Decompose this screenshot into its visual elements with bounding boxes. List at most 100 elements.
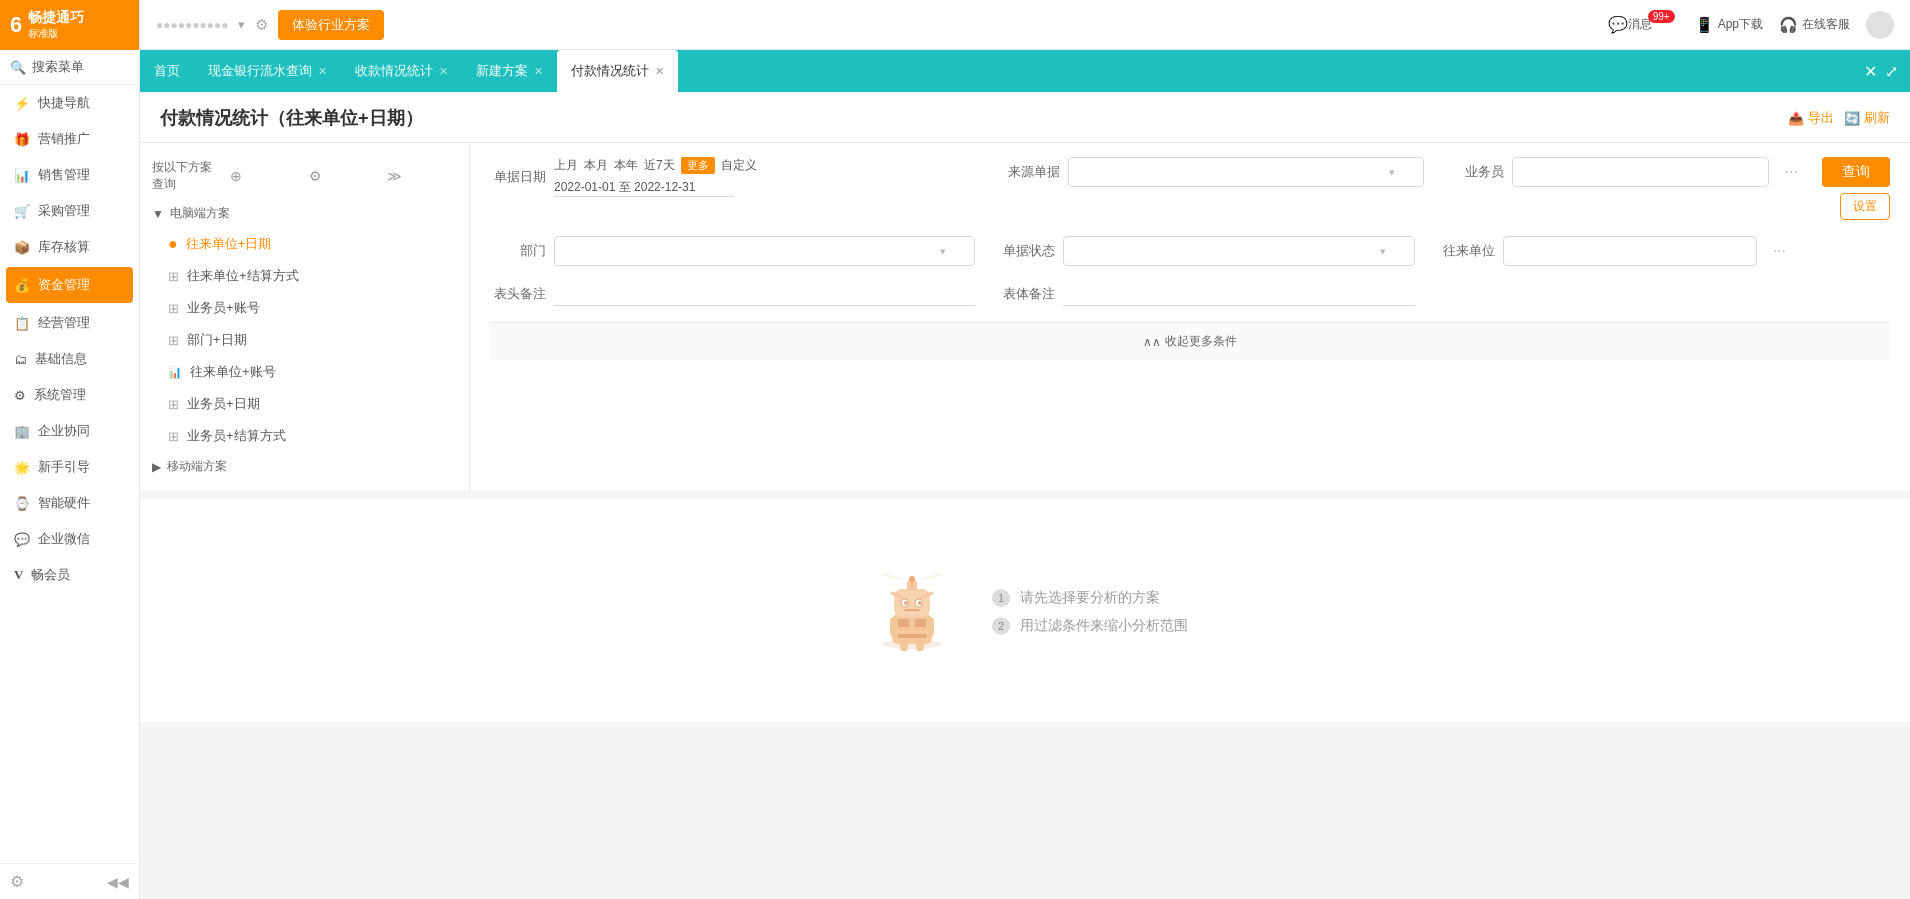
online-service-container[interactable]: 🎧 在线客服 bbox=[1779, 16, 1850, 34]
scheme-item-label-6: 业务员+日期 bbox=[187, 395, 260, 413]
export-btn[interactable]: 📤 导出 bbox=[1788, 109, 1834, 127]
scheme-item-partner-account[interactable]: 📊 往来单位+账号 bbox=[140, 356, 469, 388]
query-btn[interactable]: 查询 bbox=[1822, 157, 1890, 187]
sidebar-item-hardware[interactable]: ⌚ 智能硬件 bbox=[0, 485, 139, 521]
salesman-more-dots[interactable]: ··· bbox=[1785, 163, 1798, 181]
source-select[interactable]: ▾ bbox=[1068, 157, 1424, 187]
date-btn-custom[interactable]: 自定义 bbox=[721, 157, 757, 174]
scheme-item-label: 往来单位+日期 bbox=[186, 235, 272, 253]
marketing-label: 营销推广 bbox=[38, 130, 90, 148]
scheme-active-icon: ● bbox=[168, 235, 178, 253]
scheme-item-partner-date[interactable]: ● 往来单位+日期 bbox=[140, 228, 469, 260]
date-shortcuts: 上月 本月 本年 近7天 更多 自定义 bbox=[554, 157, 980, 174]
sidebar-item-guide[interactable]: 🌟 新手引导 bbox=[0, 449, 139, 485]
partner-label: 往来单位 bbox=[1439, 242, 1495, 260]
date-range-input[interactable] bbox=[554, 178, 734, 197]
dept-down-arrow: ▾ bbox=[940, 245, 946, 258]
tab-new[interactable]: 新建方案 ✕ bbox=[462, 50, 557, 92]
date-btn-last-month[interactable]: 上月 bbox=[554, 157, 578, 174]
page-header: 付款情况统计（往来单位+日期） 📤 导出 🔄 刷新 bbox=[140, 92, 1910, 143]
svg-rect-5 bbox=[890, 617, 898, 637]
inventory-icon: 📦 bbox=[14, 240, 30, 255]
date-btn-more[interactable]: 更多 bbox=[681, 157, 715, 174]
sidebar-item-sales[interactable]: 📊 销售管理 bbox=[0, 157, 139, 193]
tab-bank-close[interactable]: ✕ bbox=[318, 65, 327, 78]
date-btn-this-year[interactable]: 本年 bbox=[614, 157, 638, 174]
scheme-collapse-icon[interactable]: ≫ bbox=[387, 168, 457, 184]
tab-new-close[interactable]: ✕ bbox=[534, 65, 543, 78]
scheme-item-salesman-date[interactable]: ⊞ 业务员+日期 bbox=[140, 388, 469, 420]
scheme-group-mobile[interactable]: ▶ 移动端方案 bbox=[140, 452, 469, 481]
tab-receipt-close[interactable]: ✕ bbox=[439, 65, 448, 78]
fund-label: 资金管理 bbox=[38, 276, 90, 294]
sidebar-item-enterprise[interactable]: 🏢 企业协同 bbox=[0, 413, 139, 449]
dropdown-icon[interactable]: ▾ bbox=[238, 17, 245, 32]
tab-bank[interactable]: 现金银行流水查询 ✕ bbox=[194, 50, 341, 92]
partner-more-dots[interactable]: ··· bbox=[1773, 242, 1786, 260]
scheme-settings-icon[interactable]: ⚙ bbox=[309, 168, 379, 184]
sidebar-item-system[interactable]: ⚙ 系统管理 bbox=[0, 377, 139, 413]
page-header-actions: 📤 导出 🔄 刷新 bbox=[1788, 109, 1890, 139]
salesman-select[interactable] bbox=[1512, 157, 1769, 187]
sidebar-item-inventory[interactable]: 📦 库存核算 bbox=[0, 229, 139, 265]
sidebar-item-wechat[interactable]: 💬 企业微信 bbox=[0, 521, 139, 557]
refresh-btn[interactable]: 🔄 刷新 bbox=[1844, 109, 1890, 127]
date-btn-7days[interactable]: 近7天 bbox=[644, 157, 675, 174]
basic-icon: 🗂 bbox=[14, 352, 27, 367]
tabbar: 首页 现金银行流水查询 ✕ 收款情况统计 ✕ 新建方案 ✕ 付款情况统计 ✕ ✕… bbox=[140, 50, 1910, 92]
tab-payment[interactable]: 付款情况统计 ✕ bbox=[557, 50, 678, 92]
close-all-icon[interactable]: ✕ bbox=[1864, 62, 1877, 81]
body-note-input[interactable] bbox=[1063, 282, 1415, 306]
settings-icon[interactable]: ⚙ bbox=[255, 16, 268, 34]
sidebar-item-member[interactable]: V 畅会员 bbox=[0, 557, 139, 593]
export-label: 导出 bbox=[1808, 109, 1834, 127]
scheme-item-label-4: 部门+日期 bbox=[187, 331, 247, 349]
dept-select[interactable]: ▾ bbox=[554, 236, 975, 266]
form-row-3: 表头备注 表体备注 bbox=[490, 282, 1890, 306]
settings-link-btn[interactable]: 设置 bbox=[1840, 193, 1890, 220]
tab-payment-label: 付款情况统计 bbox=[571, 62, 649, 80]
sidebar-item-purchase[interactable]: 🛒 采购管理 bbox=[0, 193, 139, 229]
date-btn-this-month[interactable]: 本月 bbox=[584, 157, 608, 174]
hardware-icon: ⌚ bbox=[14, 496, 30, 511]
page-title: 付款情况统计（往来单位+日期） bbox=[160, 106, 423, 142]
scheme-item-salesman-settle[interactable]: ⊞ 业务员+结算方式 bbox=[140, 420, 469, 452]
sidebar-item-quicknav[interactable]: ⚡ 快捷导航 bbox=[0, 85, 139, 121]
collapse-more-btn[interactable]: ∧∧ 收起更多条件 bbox=[490, 322, 1890, 360]
sidebar-item-operations[interactable]: 📋 经营管理 bbox=[0, 305, 139, 341]
trial-btn[interactable]: 体验行业方案 bbox=[278, 10, 384, 40]
main-area: ●●●●●●●●●● ▾ ⚙ 体验行业方案 💬 消息 99+ 📱 App下载 🎧… bbox=[140, 0, 1910, 899]
messages-container[interactable]: 💬 消息 99+ bbox=[1608, 15, 1679, 34]
form-group-voucher-status: 单据状态 ▾ bbox=[999, 236, 1415, 266]
scheme-item-label-3: 业务员+账号 bbox=[187, 299, 260, 317]
sidebar-item-marketing[interactable]: 🎁 营销推广 bbox=[0, 121, 139, 157]
sidebar-item-fund[interactable]: 💰 资金管理 bbox=[6, 267, 133, 303]
tab-receipt[interactable]: 收款情况统计 ✕ bbox=[341, 50, 462, 92]
scheme-group-desktop[interactable]: ▼ 电脑端方案 bbox=[140, 199, 469, 228]
settings-bottom-icon[interactable]: ⚙ bbox=[10, 872, 24, 891]
app-download-container[interactable]: 📱 App下载 bbox=[1695, 16, 1763, 34]
user-avatar[interactable] bbox=[1866, 11, 1894, 39]
collapse-sidebar-icon[interactable]: ◀◀ bbox=[107, 874, 129, 890]
svg-rect-3 bbox=[915, 619, 927, 627]
voucher-status-select[interactable]: ▾ bbox=[1063, 236, 1415, 266]
form-group-source: 来源单据 ▾ bbox=[1004, 157, 1424, 187]
sidebar-item-basic[interactable]: 🗂 基础信息 bbox=[0, 341, 139, 377]
tab-payment-close[interactable]: ✕ bbox=[655, 65, 664, 78]
empty-tip-2: 2 用过滤条件来缩小分析范围 bbox=[992, 611, 1188, 639]
header-note-input[interactable] bbox=[554, 282, 975, 306]
voucher-status-down-arrow: ▾ bbox=[1380, 245, 1386, 258]
maximize-icon[interactable]: ⤢ bbox=[1885, 62, 1898, 81]
partner-select[interactable] bbox=[1503, 236, 1756, 266]
enterprise-label: 企业协同 bbox=[38, 422, 90, 440]
tab-home[interactable]: 首页 bbox=[140, 50, 194, 92]
scheme-item-partner-settle[interactable]: ⊞ 往来单位+结算方式 bbox=[140, 260, 469, 292]
source-down-arrow: ▾ bbox=[1389, 166, 1395, 179]
scheme-item-dept-date[interactable]: ⊞ 部门+日期 bbox=[140, 324, 469, 356]
scheme-item-salesman-account[interactable]: ⊞ 业务员+账号 bbox=[140, 292, 469, 324]
scheme-item-label-7: 业务员+结算方式 bbox=[187, 427, 286, 445]
scheme-add-icon[interactable]: ⊕ bbox=[230, 168, 300, 184]
scheme-group-label: 电脑端方案 bbox=[170, 205, 230, 222]
date-label: 单据日期 bbox=[490, 168, 546, 186]
sidebar-search[interactable]: 🔍 搜索菜单 bbox=[0, 50, 139, 85]
